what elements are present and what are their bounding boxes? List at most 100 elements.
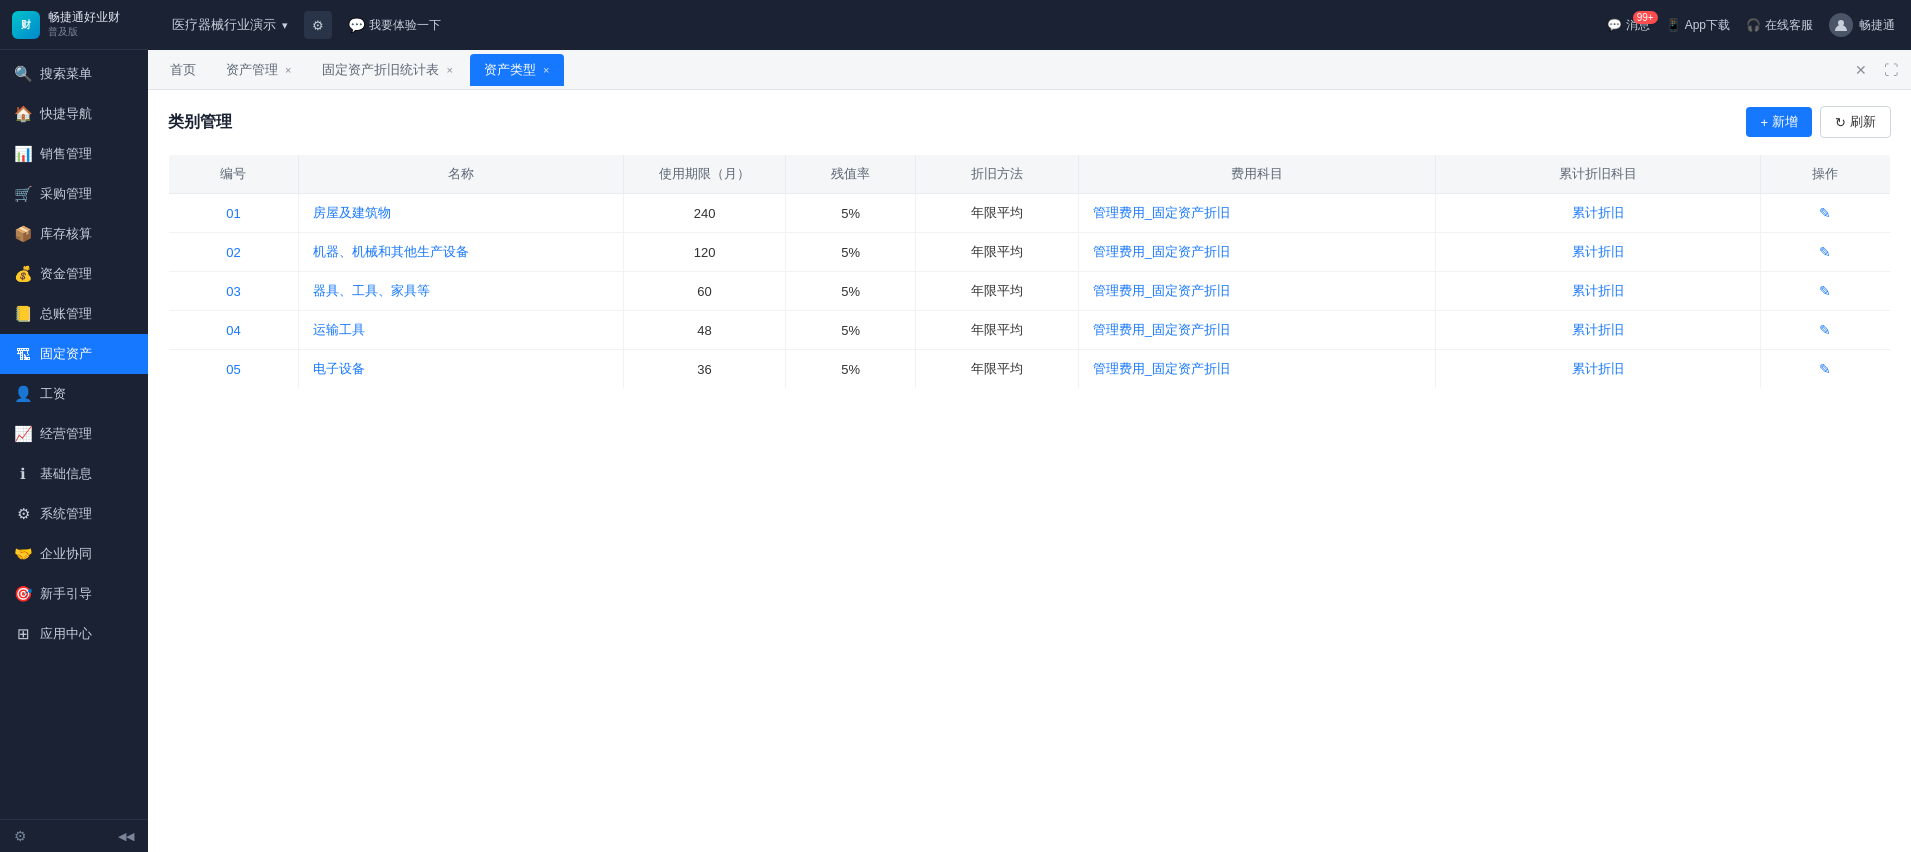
cell-period: 240 — [623, 194, 785, 233]
category-table: 编号 名称 使用期限（月） 残值率 折旧方法 费用科目 累计折旧科目 操作 01… — [168, 154, 1891, 389]
topbar-right: 💬 消息 99+ 📱 App下载 🎧 在线客服 畅捷通 — [1607, 13, 1895, 37]
cell-method: 年限平均 — [916, 194, 1078, 233]
cell-action: ✎ — [1760, 194, 1890, 233]
tab-fixed-depreciation[interactable]: 固定资产折旧统计表× — [308, 54, 467, 86]
col-header-action: 操作 — [1760, 155, 1890, 194]
cell-name: 器具、工具、家具等 — [298, 272, 623, 311]
sidebar-item-guide[interactable]: 🎯 新手引导 — [0, 574, 148, 614]
add-button[interactable]: + 新增 — [1746, 107, 1812, 137]
nav-label-purchase: 采购管理 — [40, 185, 92, 203]
app-selector-label: 医疗器械行业演示 — [172, 16, 276, 34]
tab-home[interactable]: 首页 — [156, 54, 210, 86]
page-title: 类别管理 — [168, 112, 232, 133]
sidebar-item-fixed-assets[interactable]: 🏗 固定资产 — [0, 334, 148, 374]
header-actions: + 新增 ↻ 刷新 — [1746, 106, 1891, 138]
cell-accum: 累计折旧 — [1436, 311, 1761, 350]
refresh-button[interactable]: ↻ 刷新 — [1820, 106, 1891, 138]
user-profile-button[interactable]: 畅捷通 — [1829, 13, 1895, 37]
table-row: 03 器具、工具、家具等 60 5% 年限平均 管理费用_固定资产折旧 累计折旧… — [169, 272, 1891, 311]
nav-label-basic-info: 基础信息 — [40, 465, 92, 483]
main-area: 医疗器械行业演示 ▾ ⚙ 💬 我要体验一下 💬 消息 99+ 📱 App下载 🎧… — [148, 0, 1911, 852]
content-area: 首页资产管理×固定资产折旧统计表× 资产类型 × ✕ ⛶ 类别管理 + 新增 ↻ 刷… — [148, 50, 1911, 852]
experience-button[interactable]: 💬 我要体验一下 — [340, 13, 449, 38]
cell-method: 年限平均 — [916, 311, 1078, 350]
app-selector[interactable]: 医疗器械行业演示 ▾ — [164, 12, 296, 38]
col-header-expense: 费用科目 — [1078, 155, 1435, 194]
sidebar-item-capital[interactable]: 💰 资金管理 — [0, 254, 148, 294]
close-window-button[interactable]: ✕ — [1849, 58, 1873, 82]
online-service-label: 在线客服 — [1765, 17, 1813, 34]
table-header: 编号 名称 使用期限（月） 残值率 折旧方法 费用科目 累计折旧科目 操作 — [169, 155, 1891, 194]
cell-residual: 5% — [786, 194, 916, 233]
topbar-settings-button[interactable]: ⚙ — [304, 11, 332, 39]
nav-label-inventory: 库存核算 — [40, 225, 92, 243]
tab-asset-mgmt[interactable]: 资产管理× — [212, 54, 306, 86]
nav-label-payroll: 工资 — [40, 385, 66, 403]
refresh-label: 刷新 — [1850, 113, 1876, 131]
tab-close-asset-type[interactable]: × — [542, 63, 550, 77]
col-header-method: 折旧方法 — [916, 155, 1078, 194]
cell-residual: 5% — [786, 350, 916, 389]
edit-button[interactable]: ✎ — [1819, 205, 1831, 221]
nav-label-enterprise: 企业协同 — [40, 545, 92, 563]
edit-button[interactable]: ✎ — [1819, 322, 1831, 338]
sidebar-item-purchase[interactable]: 🛒 采购管理 — [0, 174, 148, 214]
sidebar-item-payroll[interactable]: 👤 工资 — [0, 374, 148, 414]
online-service-button[interactable]: 🎧 在线客服 — [1746, 17, 1813, 34]
sidebar-item-operations[interactable]: 📈 经营管理 — [0, 414, 148, 454]
cell-action: ✎ — [1760, 350, 1890, 389]
sidebar-item-system[interactable]: ⚙ 系统管理 — [0, 494, 148, 534]
nav-icon-sales: 📊 — [14, 145, 32, 163]
nav-label-system: 系统管理 — [40, 505, 92, 523]
nav-label-quick-nav: 快捷导航 — [40, 105, 92, 123]
sidebar-nav: 🔍 搜索菜单 🏠 快捷导航 📊 销售管理 🛒 采购管理 📦 库存核算 💰 资金管… — [0, 50, 148, 819]
cell-action: ✎ — [1760, 272, 1890, 311]
sidebar-item-search[interactable]: 🔍 搜索菜单 — [0, 54, 148, 94]
maximize-window-button[interactable]: ⛶ — [1879, 58, 1903, 82]
cell-code: 03 — [169, 272, 299, 311]
table-row: 05 电子设备 36 5% 年限平均 管理费用_固定资产折旧 累计折旧 ✎ — [169, 350, 1891, 389]
col-header-accum: 累计折旧科目 — [1436, 155, 1761, 194]
cell-code: 05 — [169, 350, 299, 389]
app-download-button[interactable]: 📱 App下载 — [1666, 17, 1730, 34]
message-button[interactable]: 💬 消息 99+ — [1607, 17, 1650, 34]
sidebar-item-ledger[interactable]: 📒 总账管理 — [0, 294, 148, 334]
sidebar-item-quick-nav[interactable]: 🏠 快捷导航 — [0, 94, 148, 134]
cell-residual: 5% — [786, 233, 916, 272]
cell-name: 运输工具 — [298, 311, 623, 350]
cell-method: 年限平均 — [916, 350, 1078, 389]
edit-button[interactable]: ✎ — [1819, 244, 1831, 260]
nav-label-operations: 经营管理 — [40, 425, 92, 443]
sidebar-item-enterprise[interactable]: 🤝 企业协同 — [0, 534, 148, 574]
tab-asset-type[interactable]: 资产类型 × — [470, 54, 564, 86]
logo-icon: 财 — [12, 11, 40, 39]
nav-label-ledger: 总账管理 — [40, 305, 92, 323]
sidebar-item-inventory[interactable]: 📦 库存核算 — [0, 214, 148, 254]
nav-icon-ledger: 📒 — [14, 305, 32, 323]
sidebar-item-basic-info[interactable]: ℹ 基础信息 — [0, 454, 148, 494]
cell-action: ✎ — [1760, 233, 1890, 272]
collapse-icon[interactable]: ◀◀ — [118, 830, 134, 843]
sidebar-item-app-center[interactable]: ⊞ 应用中心 — [0, 614, 148, 654]
sidebar-item-sales[interactable]: 📊 销售管理 — [0, 134, 148, 174]
nav-label-search: 搜索菜单 — [40, 65, 92, 83]
experience-label: 我要体验一下 — [369, 17, 441, 34]
nav-icon-search: 🔍 — [14, 65, 32, 83]
col-header-residual: 残值率 — [786, 155, 916, 194]
edit-button[interactable]: ✎ — [1819, 361, 1831, 377]
cell-method: 年限平均 — [916, 272, 1078, 311]
nav-icon-app-center: ⊞ — [14, 625, 32, 643]
logo-badge: 普及版 — [48, 25, 120, 39]
edit-button[interactable]: ✎ — [1819, 283, 1831, 299]
settings-icon[interactable]: ⚙ — [14, 828, 27, 844]
tab-label-asset-type: 资产类型 — [484, 61, 536, 79]
chevron-down-icon: ▾ — [282, 19, 288, 32]
topbar-left: 医疗器械行业演示 ▾ ⚙ 💬 我要体验一下 — [164, 11, 1595, 39]
app-logo: 财 畅捷通好业财 普及版 — [0, 0, 148, 50]
cell-action: ✎ — [1760, 311, 1890, 350]
tab-close-fixed-depreciation[interactable]: × — [445, 63, 453, 77]
tab-close-asset-mgmt[interactable]: × — [284, 63, 292, 77]
col-header-code: 编号 — [169, 155, 299, 194]
col-header-name: 名称 — [298, 155, 623, 194]
nav-icon-enterprise: 🤝 — [14, 545, 32, 563]
